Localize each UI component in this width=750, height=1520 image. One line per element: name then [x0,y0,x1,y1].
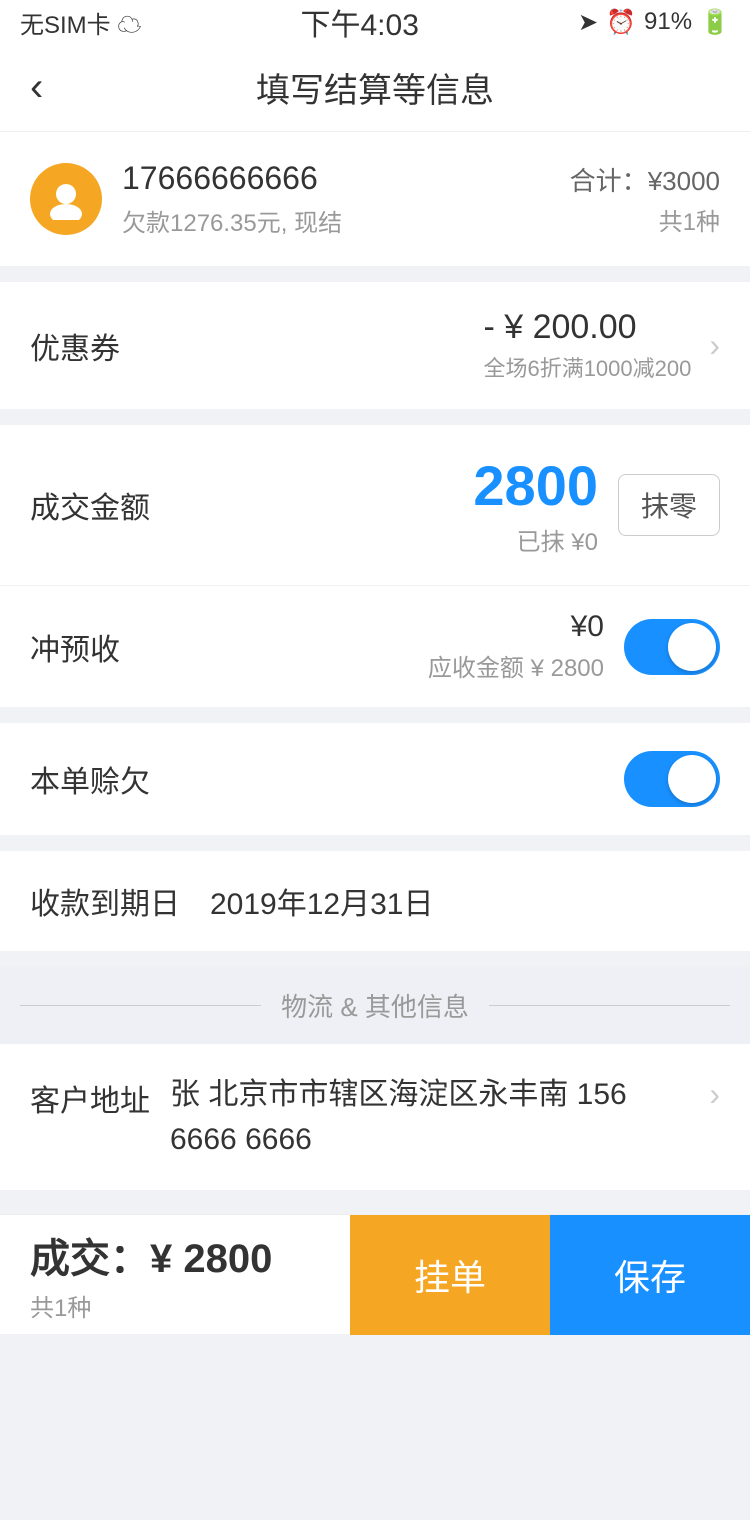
coupon-desc: 全场6折满1000减200 [483,351,691,383]
customer-right: 合计：¥3000 共1种 [570,161,720,237]
pre-value-wrap: ¥0 应收金额 ¥ 2800 [428,610,604,683]
pre-receive-toggle[interactable] [624,619,720,675]
hang-button[interactable]: 挂单 [350,1215,550,1335]
due-date-label: 收款到期日 [30,879,180,923]
deal-sub: 已抹 ¥0 [473,522,598,557]
customer-phone: 17666666666 [122,160,342,197]
address-row[interactable]: 客户地址 张 北京市市辖区海淀区永丰南 156 6666 6666 › [0,1044,750,1190]
avatar [30,163,102,235]
pre-receive-row: 冲预收 ¥0 应收金额 ¥ 2800 [0,585,750,707]
debt-row: 本单赊欠 [0,723,750,835]
bottom-count: 共1种 [30,1288,320,1323]
round-zero-button[interactable]: 抹零 [618,474,720,536]
pre-right: ¥0 应收金额 ¥ 2800 [428,610,720,683]
bottom-summary: 成交：¥ 2800 共1种 [0,1226,350,1323]
coupon-right: - ¥ 200.00 全场6折满1000减200 › [483,308,720,383]
clock-icon: ⏰ [606,8,636,37]
chevron-right-icon: › [709,327,720,364]
total-label: 合计：¥3000 [570,161,720,198]
divider-line-left [20,1005,261,1006]
customer-info: 17666666666 欠款1276.35元, 现结 [122,160,342,238]
deal-right: 2800 已抹 ¥0 抹零 [473,453,720,557]
save-button[interactable]: 保存 [550,1215,750,1335]
status-time: 下午4:03 [301,0,419,44]
logistics-divider: 物流 & 其他信息 [0,967,750,1044]
coupon-row[interactable]: 优惠券 - ¥ 200.00 全场6折满1000减200 › [0,282,750,409]
address-chevron-icon: › [709,1076,720,1113]
nav-bar: ‹ 填写结算等信息 [0,44,750,132]
due-date-value: 2019年12月31日 [210,879,433,923]
debt-label: 本单赊欠 [30,757,150,801]
pre-receive-label: 冲预收 [30,625,120,669]
battery-level: 91% [644,8,692,36]
back-button[interactable]: ‹ [30,65,43,110]
divider-text: 物流 & 其他信息 [281,987,469,1024]
user-icon [45,178,87,220]
customer-debt: 欠款1276.35元, 现结 [122,203,342,238]
customer-left: 17666666666 欠款1276.35元, 现结 [30,160,342,238]
status-bar: 无SIM卡 ☁ 下午4:03 ➤ ⏰ 91% 🔋 [0,0,750,44]
debt-toggle[interactable] [624,751,720,807]
page-title: 填写结算等信息 [256,63,494,112]
coupon-label: 优惠券 [30,324,120,368]
address-value: 张 北京市市辖区海淀区永丰南 156 6666 6666 [170,1072,689,1162]
battery-icon: 🔋 [700,8,730,37]
debt-toggle-circle [668,755,716,803]
bottom-deal-value: ¥ 2800 [150,1237,272,1281]
deal-amount-label: 成交金额 [30,483,150,527]
bottom-deal: 成交：¥ 2800 [30,1226,320,1284]
total-count: 共1种 [570,202,720,237]
bottom-bar: 成交：¥ 2800 共1种 挂单 保存 [0,1214,750,1334]
deal-row: 成交金额 2800 已抹 ¥0 抹零 [0,425,750,585]
toggle-circle [668,623,716,671]
deal-amount-value: 2800 [473,453,598,518]
coupon-discount: - ¥ 200.00 [483,308,691,347]
status-left: 无SIM卡 ☁ [20,5,141,40]
pre-value: ¥0 [428,610,604,644]
deal-section: 成交金额 2800 已抹 ¥0 抹零 冲预收 ¥0 应收金额 ¥ 2800 [0,425,750,707]
status-right: ➤ ⏰ 91% 🔋 [578,8,730,37]
address-label: 客户地址 [30,1076,150,1120]
location-icon: ➤ [578,8,598,37]
due-date-row: 收款到期日 2019年12月31日 [0,851,750,951]
pre-sub: 应收金额 ¥ 2800 [428,648,604,683]
customer-card: 17666666666 欠款1276.35元, 现结 合计：¥3000 共1种 [0,132,750,266]
sim-status: 无SIM卡 ☁ [20,5,141,40]
divider-line-right [489,1005,730,1006]
